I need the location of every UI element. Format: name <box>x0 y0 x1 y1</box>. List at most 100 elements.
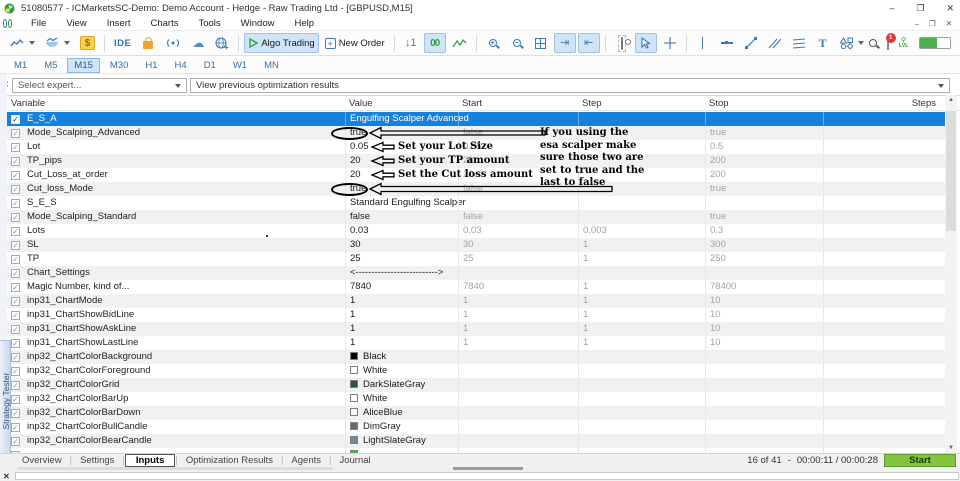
line-chart-button[interactable] <box>448 33 471 53</box>
table-row[interactable]: ✓ inp32_ChartColorBullCandle DimGray <box>7 420 945 434</box>
menu-item-file[interactable]: File <box>21 18 56 29</box>
algo-trading-button[interactable]: Algo Trading <box>244 33 319 53</box>
column-header-value[interactable]: Value <box>349 98 373 109</box>
timeframe-m5[interactable]: M5 <box>37 58 64 73</box>
row-checkbox[interactable]: ✓ <box>11 143 20 152</box>
row-checkbox[interactable]: ✓ <box>11 283 20 292</box>
row-checkbox[interactable]: ✓ <box>11 269 20 278</box>
menu-item-view[interactable]: View <box>56 18 96 29</box>
auto-scroll-button[interactable]: ⇤ <box>577 33 600 53</box>
table-row[interactable]: ✓ S_E_S Standard Engulfing Scalper <box>7 196 945 210</box>
row-checkbox[interactable]: ✓ <box>11 409 20 418</box>
column-header-start[interactable]: Start <box>462 98 482 109</box>
column-header-stop[interactable]: Stop <box>709 98 729 109</box>
tab-settings[interactable]: Settings <box>72 455 122 466</box>
table-row[interactable]: ✓ inp32_ChartColorBearCandle LightSlateGra… <box>7 434 945 448</box>
table-row[interactable]: ✓ inp31_ChartMode 1 1 1 10 <box>7 294 945 308</box>
restore-button[interactable]: ❐ <box>916 3 924 14</box>
table-row[interactable]: ✓ Lots 0.03 0.03 0.003 0.3 <box>7 224 945 238</box>
deposit-button[interactable]: $ <box>76 33 99 53</box>
row-checkbox[interactable]: ✓ <box>11 241 20 250</box>
toolbox-close-icon[interactable]: ✕ <box>3 472 10 481</box>
row-checkbox[interactable]: ✓ <box>11 381 20 390</box>
tile-windows-button[interactable] <box>530 33 552 53</box>
table-row[interactable]: ✓ Cut_loss_Mode true false true <box>7 182 945 196</box>
row-checkbox[interactable]: ✓ <box>11 115 20 124</box>
community-button[interactable]: + <box>211 33 233 53</box>
trendline-button[interactable] <box>740 33 762 53</box>
crosshair-button[interactable] <box>659 33 681 53</box>
mdi-minimize-button[interactable]: – <box>915 19 919 28</box>
tab-overview[interactable]: Overview <box>14 455 70 466</box>
broadcast-button[interactable] <box>161 33 185 53</box>
timeframe-mn[interactable]: MN <box>257 58 286 73</box>
search-button[interactable] <box>868 39 877 47</box>
tab-agents[interactable]: Agents <box>283 455 329 466</box>
row-checkbox[interactable]: ✓ <box>11 437 20 446</box>
hscroll-thumb[interactable] <box>453 467 523 470</box>
scroll-down-icon[interactable]: ▼ <box>945 445 957 451</box>
zoom-in-button[interactable]: + <box>482 33 504 53</box>
timeframe-m1[interactable]: M1 <box>7 58 34 73</box>
tab-optimization-results[interactable]: Optimization Results <box>178 455 281 466</box>
table-row[interactable]: ✓ Mode_Scalping_Standard false false true <box>7 210 945 224</box>
tab-journal[interactable]: Journal <box>331 455 378 466</box>
level-indicator[interactable]: ⚲ LVL <box>899 37 909 49</box>
table-row[interactable]: ✓ inp32_ChartColorGrid DarkSlateGray <box>7 378 945 392</box>
row-checkbox[interactable]: ✓ <box>11 423 20 432</box>
table-row[interactable]: ✓ E_S_A Engulfing Scalper Advanced <box>7 112 945 126</box>
table-row[interactable]: ✓ SL 30 30 1 300 <box>7 238 945 252</box>
vertical-scrollbar[interactable]: ▲ ▼ <box>945 95 957 453</box>
notifications-button[interactable]: 1 <box>885 32 896 50</box>
table-row[interactable]: ✓ TP 25 25 1 250 <box>7 252 945 266</box>
scroll-up-icon[interactable]: ▲ <box>945 97 957 103</box>
table-row[interactable]: ✓ inp32_ChartColorBarUp White <box>7 392 945 406</box>
horizontal-line-button[interactable] <box>716 33 738 53</box>
row-checkbox[interactable]: ✓ <box>11 185 20 194</box>
menu-item-tools[interactable]: Tools <box>188 18 230 29</box>
row-checkbox[interactable]: ✓ <box>11 255 20 264</box>
menu-item-window[interactable]: Window <box>231 18 285 29</box>
timeframe-d1[interactable]: D1 <box>197 58 223 73</box>
mdi-restore-button[interactable]: ❐ <box>929 19 936 28</box>
mdi-close-button[interactable]: ✕ <box>946 19 952 28</box>
table-row[interactable]: ✓ Mode_Scalping_Advanced true false true <box>7 126 945 140</box>
minimize-button[interactable]: – <box>889 3 894 13</box>
cursor-button[interactable] <box>634 33 657 53</box>
lock-button[interactable] <box>137 33 159 53</box>
menu-item-charts[interactable]: Charts <box>141 18 189 29</box>
timeframe-m15[interactable]: M15 <box>67 57 100 73</box>
row-checkbox[interactable]: ✓ <box>11 171 20 180</box>
start-button[interactable]: Start <box>884 454 956 467</box>
menu-item-help[interactable]: Help <box>284 18 324 29</box>
vertical-line-button[interactable] <box>692 33 714 53</box>
ide-button[interactable]: IDE <box>110 33 135 53</box>
row-checkbox[interactable]: ✓ <box>11 199 20 208</box>
shapes-button[interactable] <box>836 33 868 53</box>
table-row[interactable]: ✓ inp31_ChartShowAskLine 1 1 1 10 <box>7 322 945 336</box>
row-checkbox[interactable]: ✓ <box>11 353 20 362</box>
row-checkbox[interactable]: ✓ <box>11 339 20 348</box>
new-order-button[interactable]: + New Order <box>321 33 389 53</box>
column-header-steps[interactable]: Steps <box>912 98 936 109</box>
chart-shift-button[interactable]: ⇥ <box>553 33 576 53</box>
table-row[interactable]: ✓ Magic Number, kind of... 7840 7840 1 78400 <box>7 280 945 294</box>
row-checkbox[interactable]: ✓ <box>11 297 20 306</box>
strategy-tester-vertical-tab[interactable]: Strategy Tester <box>0 340 11 465</box>
bar-chart-button[interactable]: 00 <box>423 33 446 53</box>
scrollbar-thumb[interactable] <box>946 111 956 231</box>
channel-button[interactable] <box>764 33 786 53</box>
screenshot-button[interactable] <box>611 33 633 53</box>
table-row[interactable]: ✓ inp32_ChartColorForeground White <box>7 364 945 378</box>
table-row[interactable]: ✓ Cut_Loss_at_order 20 20 200 <box>7 168 945 182</box>
results-view-combobox[interactable]: View previous optimization results <box>190 78 950 93</box>
timeframe-h1[interactable]: H1 <box>138 58 164 73</box>
table-row[interactable]: ✓ Chart_Settings <------------------------… <box>7 266 945 280</box>
row-checkbox[interactable]: ✓ <box>11 395 20 404</box>
table-row[interactable]: ✓ inp31_ChartShowBidLine 1 1 1 10 <box>7 308 945 322</box>
expert-select-combobox[interactable]: Select expert... <box>12 78 187 93</box>
timeframe-m30[interactable]: M30 <box>103 58 135 73</box>
table-row[interactable]: ✓ inp32_ChartColorBackground Black <box>7 350 945 364</box>
row-checkbox[interactable]: ✓ <box>11 213 20 222</box>
chart-type-button[interactable] <box>6 33 39 53</box>
